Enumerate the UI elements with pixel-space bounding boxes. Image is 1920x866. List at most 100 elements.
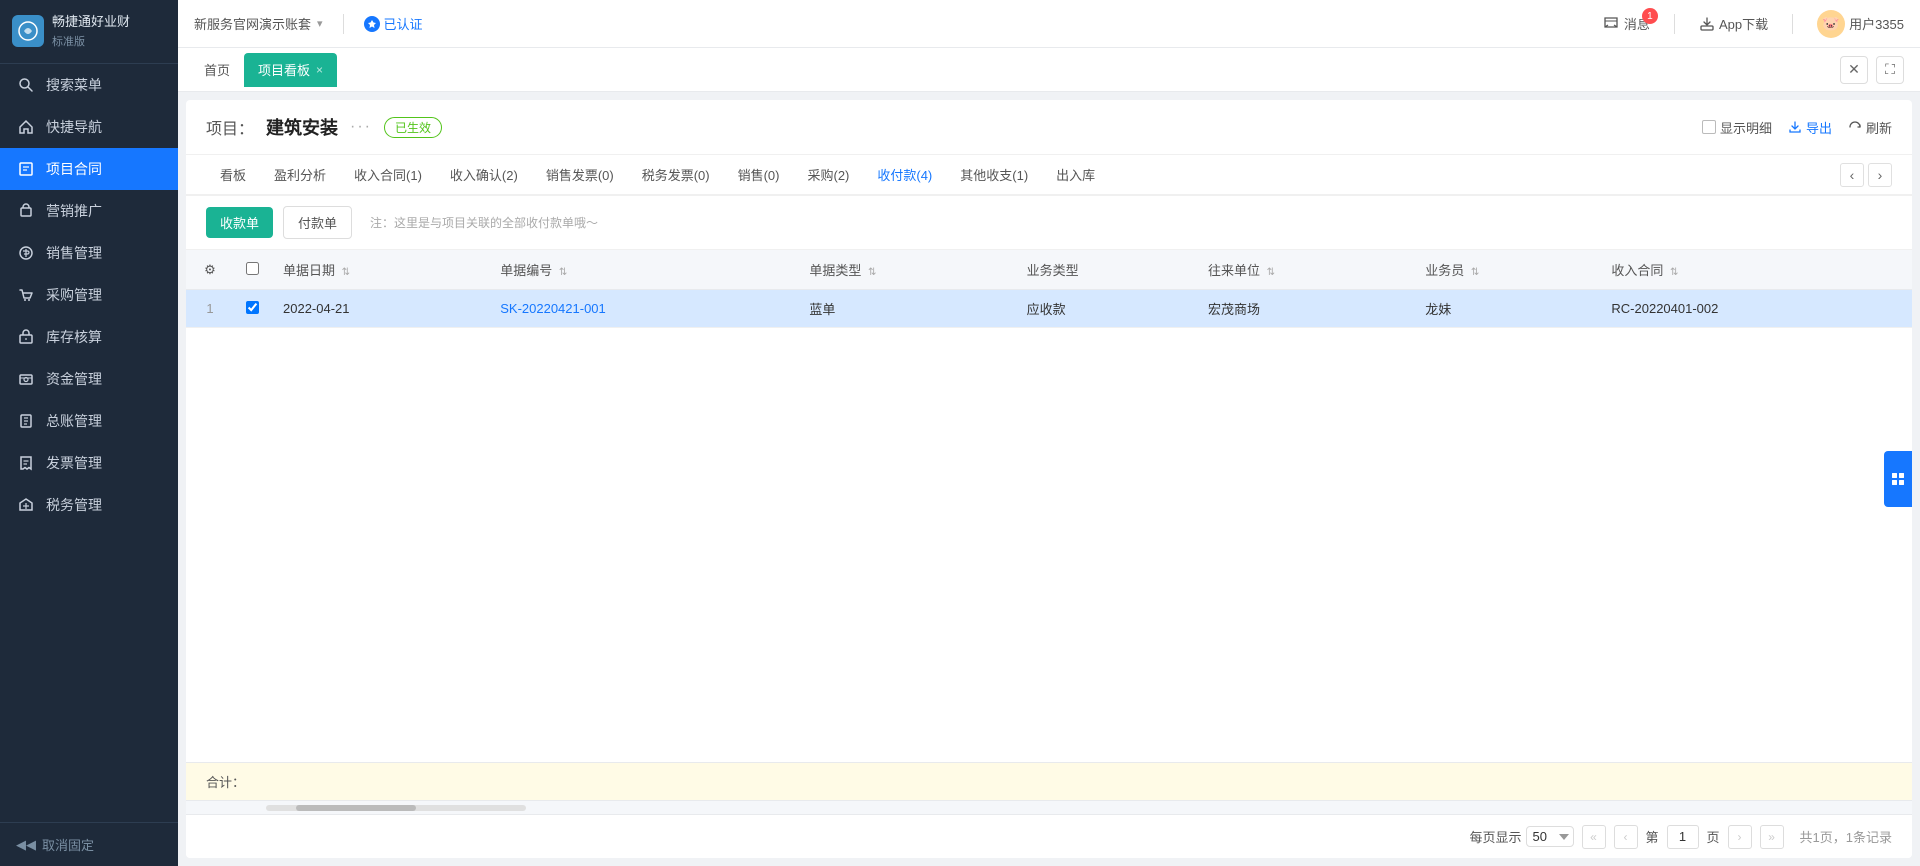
- sidebar-item-purchase[interactable]: 采购管理: [0, 274, 178, 316]
- show-detail-checkbox[interactable]: 显示明细: [1702, 118, 1772, 137]
- data-table-container: ⚙ 单据日期 ⇅ 单据编号 ⇅: [186, 250, 1912, 762]
- sub-tab-sales[interactable]: 销售(0): [724, 155, 794, 196]
- float-panel-button[interactable]: [1884, 451, 1912, 507]
- topbar: 新服务官网演示账套 ▾ 已认证 消息 1 App下载 🐷 用户3: [178, 0, 1920, 48]
- row-checkbox[interactable]: [246, 301, 259, 314]
- project-actions: 显示明细 导出 刷新: [1702, 118, 1892, 137]
- user-name: 用户3355: [1849, 14, 1904, 33]
- invoice-icon: [16, 453, 36, 473]
- row-biz-type: 应收款: [1015, 290, 1196, 328]
- per-page-select[interactable]: 50 100 200: [1526, 826, 1574, 847]
- scroll-thumb[interactable]: [296, 805, 416, 811]
- sub-tab-board[interactable]: 看板: [206, 155, 260, 196]
- sort-icon-contract: ⇅: [1670, 267, 1678, 278]
- tab-project-board[interactable]: 项目看板 ×: [244, 53, 337, 87]
- checkbox-box: [1702, 120, 1716, 134]
- sidebar-item-label-shortcut: 快捷导航: [46, 117, 102, 137]
- project-selector[interactable]: 新服务官网演示账套 ▾: [194, 14, 323, 33]
- receipt-tab-button[interactable]: 收款单: [206, 207, 273, 238]
- last-page-button[interactable]: »: [1760, 825, 1784, 849]
- row-contract: RC-20220401-002: [1599, 290, 1912, 328]
- project-header: 项目： 建筑安装 ··· 已生效 显示明细 导出 刷新: [186, 100, 1912, 155]
- row-number-link[interactable]: SK-20220421-001: [500, 301, 606, 316]
- sidebar: 畅捷通好业财 标准版 搜索菜单 快捷导航 项目合同: [0, 0, 178, 866]
- sub-tab-revenue-confirm[interactable]: 收入确认(2): [436, 155, 532, 196]
- sidebar-item-project[interactable]: 项目合同: [0, 148, 178, 190]
- sidebar-item-capital[interactable]: 资金管理: [0, 358, 178, 400]
- prev-page-button[interactable]: ‹: [1614, 825, 1638, 849]
- col-type[interactable]: 单据类型 ⇅: [797, 250, 1014, 290]
- topbar-divider: [343, 14, 344, 34]
- purchase-icon: [16, 285, 36, 305]
- cancel-pin-button[interactable]: ◀◀ 取消固定: [0, 822, 178, 866]
- project-more-button[interactable]: ···: [350, 118, 372, 136]
- first-page-button[interactable]: «: [1582, 825, 1606, 849]
- tab-close-icon[interactable]: ×: [316, 63, 323, 77]
- payment-tab-button[interactable]: 付款单: [283, 206, 352, 239]
- sub-tab-next[interactable]: ›: [1868, 163, 1892, 187]
- sidebar-item-ledger[interactable]: 总账管理: [0, 400, 178, 442]
- sub-tab-other-expense[interactable]: 其他收支(1): [946, 155, 1042, 196]
- row-date: 2022-04-21: [271, 290, 488, 328]
- close-window-button[interactable]: ✕: [1840, 56, 1868, 84]
- sidebar-item-inventory[interactable]: 库存核算: [0, 316, 178, 358]
- sales-icon: [16, 243, 36, 263]
- sidebar-item-marketing[interactable]: 营销推广: [0, 190, 178, 232]
- sort-icon-type: ⇅: [868, 267, 876, 278]
- export-button[interactable]: 导出: [1788, 118, 1832, 137]
- search-icon: [16, 75, 36, 95]
- sub-tab-profit[interactable]: 盈利分析: [260, 155, 340, 196]
- app-download-button[interactable]: App下载: [1699, 14, 1768, 33]
- maximize-button[interactable]: ⛶: [1876, 56, 1904, 84]
- ledger-icon: [16, 411, 36, 431]
- sidebar-item-tax[interactable]: 税务管理: [0, 484, 178, 526]
- app-download-label: App下载: [1719, 14, 1768, 33]
- sub-tab-receipt[interactable]: 收付款(4): [863, 155, 946, 196]
- topbar-right: 消息 1 App下载 🐷 用户3355: [1602, 10, 1904, 38]
- col-date[interactable]: 单据日期 ⇅: [271, 250, 488, 290]
- page-input[interactable]: [1667, 825, 1699, 849]
- sidebar-item-shortcut[interactable]: 快捷导航: [0, 106, 178, 148]
- sidebar-item-invoice[interactable]: 发票管理: [0, 442, 178, 484]
- per-page-selector: 每页显示 50 100 200: [1469, 826, 1573, 847]
- row-type: 蓝单: [797, 290, 1014, 328]
- col-salesman[interactable]: 业务员 ⇅: [1413, 250, 1599, 290]
- col-number[interactable]: 单据编号 ⇅: [488, 250, 797, 290]
- app-edition: 标准版: [52, 33, 130, 49]
- refresh-button[interactable]: 刷新: [1848, 118, 1892, 137]
- sidebar-item-label-marketing: 营销推广: [46, 201, 102, 221]
- message-button[interactable]: 消息 1: [1602, 14, 1650, 33]
- sub-tab-prev[interactable]: ‹: [1840, 163, 1864, 187]
- select-all-checkbox[interactable]: [246, 262, 259, 275]
- tab-actions: ✕ ⛶: [1840, 56, 1904, 84]
- table-row[interactable]: 1 2022-04-21 SK-20220421-001 蓝单 应收款 宏茂商场…: [186, 290, 1912, 328]
- col-checkbox[interactable]: [234, 250, 271, 290]
- next-page-button[interactable]: ›: [1728, 825, 1752, 849]
- sub-tab-revenue-contract[interactable]: 收入合同(1): [340, 155, 436, 196]
- user-avatar: 🐷: [1817, 10, 1845, 38]
- page-suffix: 页: [1707, 827, 1720, 846]
- col-settings[interactable]: ⚙: [186, 250, 234, 290]
- sort-icon-salesman: ⇅: [1471, 267, 1479, 278]
- sidebar-nav: 搜索菜单 快捷导航 项目合同 营销推广 销售管理: [0, 64, 178, 822]
- sidebar-item-search[interactable]: 搜索菜单: [0, 64, 178, 106]
- sub-tab-inout[interactable]: 出入库: [1042, 155, 1109, 196]
- dropdown-icon: ▾: [317, 17, 323, 30]
- col-contract[interactable]: 收入合同 ⇅: [1599, 250, 1912, 290]
- scroll-track[interactable]: [266, 805, 526, 811]
- row-checkbox-cell[interactable]: [234, 290, 271, 328]
- user-menu[interactable]: 🐷 用户3355: [1817, 10, 1904, 38]
- sub-tab-purchase[interactable]: 采购(2): [793, 155, 863, 196]
- sub-tab-tax-invoice[interactable]: 税务发票(0): [628, 155, 724, 196]
- col-biz-type: 业务类型: [1015, 250, 1196, 290]
- sub-tab-sales-invoice[interactable]: 销售发票(0): [532, 155, 628, 196]
- project-icon: [16, 159, 36, 179]
- sidebar-item-sales[interactable]: 销售管理: [0, 232, 178, 274]
- tab-bar: 首页 项目看板 × ✕ ⛶: [178, 48, 1920, 92]
- row-number[interactable]: SK-20220421-001: [488, 290, 797, 328]
- col-partner[interactable]: 往来单位 ⇅: [1196, 250, 1413, 290]
- certified-badge: 已认证: [364, 14, 423, 33]
- refresh-label: 刷新: [1866, 118, 1892, 137]
- tab-home[interactable]: 首页: [194, 54, 240, 85]
- topbar-divider2: [1674, 14, 1675, 34]
